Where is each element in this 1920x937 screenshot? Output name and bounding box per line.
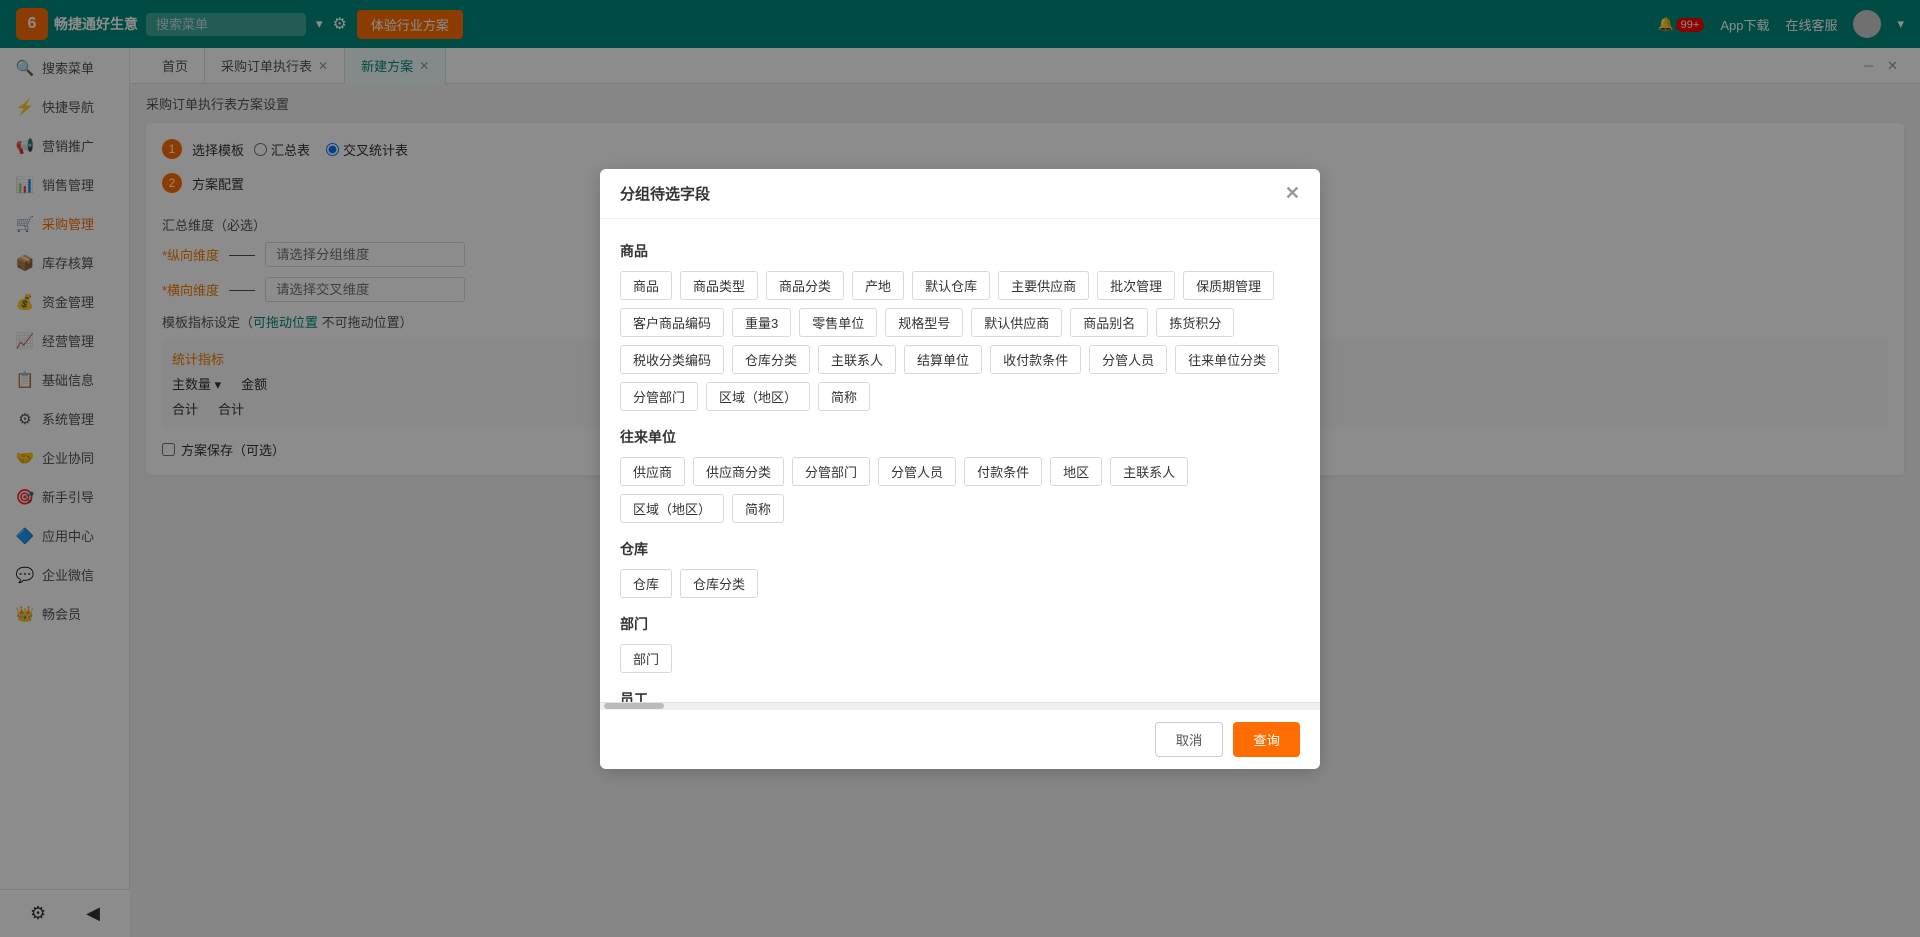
field-tag[interactable]: 往来单位分类 — [1175, 345, 1279, 374]
field-tag[interactable]: 分管部门 — [792, 457, 870, 486]
field-tag[interactable]: 仓库分类 — [732, 345, 810, 374]
field-tag[interactable]: 供应商 — [620, 457, 685, 486]
field-tag[interactable]: 部门 — [620, 644, 672, 673]
modal-header: 分组待选字段 ✕ — [600, 169, 1320, 219]
field-tags-goods: 商品 商品类型 商品分类 产地 默认仓库 主要供应商 批次管理 保质期管理 客户… — [620, 271, 1300, 411]
field-tag[interactable]: 重量3 — [732, 308, 791, 337]
field-tag[interactable]: 收付款条件 — [990, 345, 1081, 374]
field-tag[interactable]: 区域（地区） — [620, 494, 724, 523]
field-tag[interactable]: 仓库分类 — [680, 569, 758, 598]
field-tag[interactable]: 批次管理 — [1097, 271, 1175, 300]
modal-horizontal-scrollbar[interactable] — [600, 702, 1320, 709]
section-title-department: 部门 — [620, 614, 1300, 634]
field-tag[interactable]: 简称 — [818, 382, 870, 411]
field-tag[interactable]: 结算单位 — [904, 345, 982, 374]
confirm-button[interactable]: 查询 — [1233, 722, 1300, 757]
field-tag[interactable]: 主联系人 — [818, 345, 896, 374]
field-tag[interactable]: 默认供应商 — [971, 308, 1062, 337]
modal-body: 商品 商品 商品类型 商品分类 产地 默认仓库 主要供应商 批次管理 保质期管理… — [600, 219, 1320, 702]
field-tag[interactable]: 规格型号 — [885, 308, 963, 337]
field-tag[interactable]: 简称 — [732, 494, 784, 523]
section-title-warehouse: 仓库 — [620, 539, 1300, 559]
field-tag[interactable]: 拣货积分 — [1156, 308, 1234, 337]
field-tag[interactable]: 默认仓库 — [912, 271, 990, 300]
field-tag[interactable]: 主要供应商 — [998, 271, 1089, 300]
field-tag[interactable]: 产地 — [852, 271, 904, 300]
modal-close-button[interactable]: ✕ — [1285, 183, 1300, 204]
field-tag[interactable]: 分管部门 — [620, 382, 698, 411]
field-tag[interactable]: 商品别名 — [1070, 308, 1148, 337]
field-tag[interactable]: 仓库 — [620, 569, 672, 598]
field-tag[interactable]: 客户商品编码 — [620, 308, 724, 337]
cancel-button[interactable]: 取消 — [1155, 722, 1224, 757]
modal-title: 分组待选字段 — [620, 183, 710, 204]
modal-overlay: 分组待选字段 ✕ 商品 商品 商品类型 商品分类 产地 默认仓库 主要供应商 批… — [0, 0, 1920, 937]
field-tag[interactable]: 商品类型 — [680, 271, 758, 300]
field-tag[interactable]: 商品分类 — [766, 271, 844, 300]
section-title-employee: 员工 — [620, 689, 1300, 702]
section-title-partners: 往来单位 — [620, 427, 1300, 447]
modal-footer: 取消 查询 — [600, 709, 1320, 769]
field-tag[interactable]: 地区 — [1050, 457, 1102, 486]
field-tag[interactable]: 付款条件 — [964, 457, 1042, 486]
field-tags-warehouse: 仓库 仓库分类 — [620, 569, 1300, 598]
field-tag[interactable]: 区域（地区） — [706, 382, 810, 411]
field-tag[interactable]: 保质期管理 — [1183, 271, 1274, 300]
field-tag[interactable]: 分管人员 — [878, 457, 956, 486]
field-tags-partners: 供应商 供应商分类 分管部门 分管人员 付款条件 地区 主联系人 区域（地区） … — [620, 457, 1300, 523]
field-tag[interactable]: 主联系人 — [1110, 457, 1188, 486]
field-tag[interactable]: 供应商分类 — [693, 457, 784, 486]
field-selection-modal: 分组待选字段 ✕ 商品 商品 商品类型 商品分类 产地 默认仓库 主要供应商 批… — [600, 169, 1320, 769]
section-title-goods: 商品 — [620, 241, 1300, 261]
field-tags-department: 部门 — [620, 644, 1300, 673]
field-tag[interactable]: 税收分类编码 — [620, 345, 724, 374]
field-tag[interactable]: 商品 — [620, 271, 672, 300]
field-tag[interactable]: 分管人员 — [1089, 345, 1167, 374]
field-tag[interactable]: 零售单位 — [799, 308, 877, 337]
